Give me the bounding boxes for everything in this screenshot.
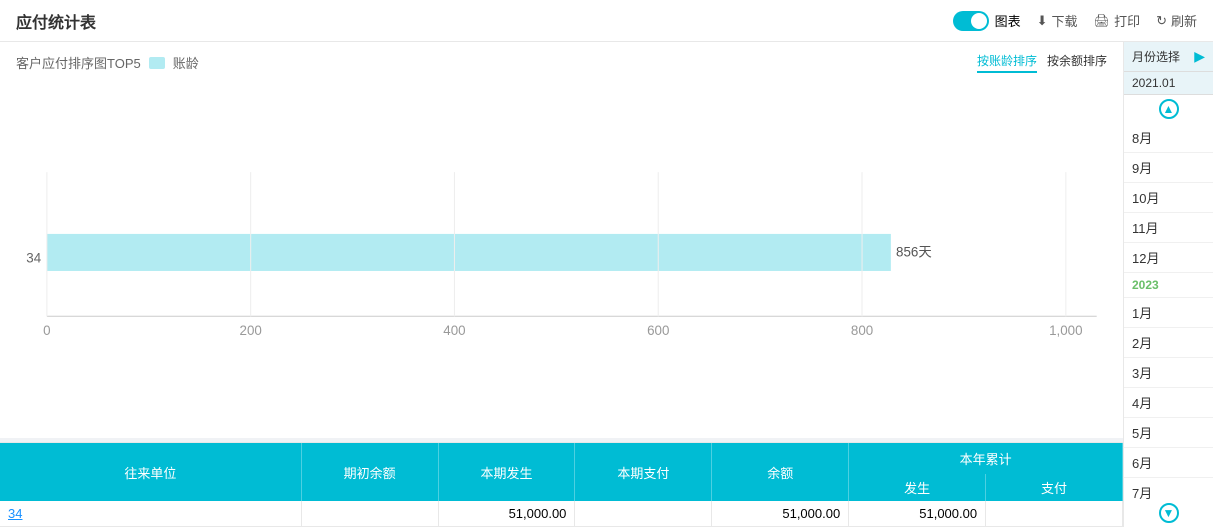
chart-container: 34 856天 0 200 400 600 800 1,000 [16,81,1107,428]
month-item-feb[interactable]: 2月 [1124,328,1213,358]
chart-toggle-label: 图表 [995,11,1021,30]
chart-header: 客户应付排序图TOP5 账龄 按账龄排序 按余额排序 [16,52,1107,73]
month-item-mar[interactable]: 3月 [1124,358,1213,388]
table-body: 34 51,000.00 51,000.00 51,000.00 [0,501,1123,527]
refresh-icon: ↻ [1156,13,1167,29]
refresh-button[interactable]: ↻ 刷新 [1156,11,1197,30]
col-period-balance-header: 期初余额 [301,443,438,501]
cell-period-payment [575,501,712,527]
cell-ytd-payment [986,501,1123,527]
svg-text:800: 800 [851,323,873,338]
table-row: 34 51,000.00 51,000.00 51,000.00 [0,501,1123,527]
main-content: 客户应付排序图TOP5 账龄 按账龄排序 按余额排序 34 [0,42,1213,527]
chart-sort: 按账龄排序 按余额排序 [977,52,1107,73]
table-area: 往来单位 期初余额 本期发生 本期支付 余额 本年累计 发生 支付 [0,442,1123,527]
bar-value-label: 856天 [896,245,932,260]
chart-svg: 34 856天 0 200 400 600 800 1,000 [16,81,1107,428]
sidebar-expand-icon[interactable]: ▶ [1194,48,1205,65]
refresh-label: 刷新 [1171,11,1197,30]
sort-by-balance-button[interactable]: 按账龄排序 [977,52,1037,73]
month-item-dec[interactable]: 12月 [1124,243,1213,273]
download-label: 下载 [1052,11,1078,30]
print-button[interactable]: 🖨 打印 [1094,11,1141,30]
page: 应付统计表 图表 ⬇ 下载 🖨 打印 ↻ 刷新 [0,0,1213,527]
up-arrow-icon: ▲ [1159,99,1179,119]
cell-period-occurrence: 51,000.00 [438,501,575,527]
col-period-payment-header: 本期支付 [575,443,712,501]
cell-period-balance [301,501,438,527]
month-scroll-down[interactable]: ▼ [1124,499,1213,527]
page-title: 应付统计表 [16,9,953,33]
down-arrow-icon: ▼ [1159,503,1179,523]
col-balance-header: 余额 [712,443,849,501]
print-icon: 🖨 [1094,13,1111,29]
sidebar-header: 月份选择 ▶ [1124,42,1213,72]
month-item-sep[interactable]: 9月 [1124,153,1213,183]
chart-toggle-wrap: 图表 [953,11,1021,31]
sidebar-current-date: 2021.01 [1124,72,1213,95]
svg-text:400: 400 [443,323,465,338]
sort-by-amount-button[interactable]: 按余额排序 [1047,52,1107,73]
chart-area: 客户应付排序图TOP5 账龄 按账龄排序 按余额排序 34 [0,42,1123,438]
svg-text:200: 200 [240,323,262,338]
chart-toggle[interactable] [953,11,989,31]
table-header-row1: 往来单位 期初余额 本期发生 本期支付 余额 本年累计 [0,443,1123,474]
y-axis-label: 34 [26,251,41,266]
legend-color-dot [149,57,165,69]
month-item-jul[interactable]: 7月 [1124,478,1213,499]
download-icon: ⬇ [1037,13,1048,29]
print-label: 打印 [1114,11,1140,30]
cell-ytd-occurrence: 51,000.00 [849,501,986,527]
chart-bar [47,234,891,271]
svg-text:600: 600 [647,323,669,338]
month-item-apr[interactable]: 4月 [1124,388,1213,418]
col-ytd-header: 本年累计 [849,443,1123,474]
col-ytd-occurrence-header: 发生 [849,474,986,501]
cell-balance: 51,000.00 [712,501,849,527]
cell-unit[interactable]: 34 [0,501,301,527]
month-scroll-up[interactable]: ▲ [1124,95,1213,123]
download-button[interactable]: ⬇ 下载 [1037,11,1078,30]
header: 应付统计表 图表 ⬇ 下载 🖨 打印 ↻ 刷新 [0,0,1213,42]
month-item-oct[interactable]: 10月 [1124,183,1213,213]
header-actions: 图表 ⬇ 下载 🖨 打印 ↻ 刷新 [953,11,1197,31]
sidebar: 月份选择 ▶ 2021.01 ▲ 8月 9月 10月 11月 12月 2023 … [1123,42,1213,527]
month-list: 8月 9月 10月 11月 12月 2023 1月 2月 3月 4月 5月 6月… [1124,123,1213,499]
data-table: 往来单位 期初余额 本期发生 本期支付 余额 本年累计 发生 支付 [0,443,1123,527]
month-item-aug[interactable]: 8月 [1124,123,1213,153]
month-item-nov[interactable]: 11月 [1124,213,1213,243]
month-item-jan[interactable]: 1月 [1124,298,1213,328]
month-item-jun[interactable]: 6月 [1124,448,1213,478]
sidebar-title: 月份选择 [1132,48,1194,65]
svg-text:0: 0 [43,323,50,338]
chart-legend: 客户应付排序图TOP5 账龄 [16,53,199,72]
chart-legend-item: 账龄 [173,53,199,72]
col-period-occurrence-header: 本期发生 [438,443,575,501]
col-ytd-payment-header: 支付 [986,474,1123,501]
month-item-may[interactable]: 5月 [1124,418,1213,448]
year-marker-2023[interactable]: 2023 [1124,273,1213,298]
col-unit-header: 往来单位 [0,443,301,501]
chart-legend-label: 客户应付排序图TOP5 [16,53,141,72]
svg-text:1,000: 1,000 [1049,323,1082,338]
